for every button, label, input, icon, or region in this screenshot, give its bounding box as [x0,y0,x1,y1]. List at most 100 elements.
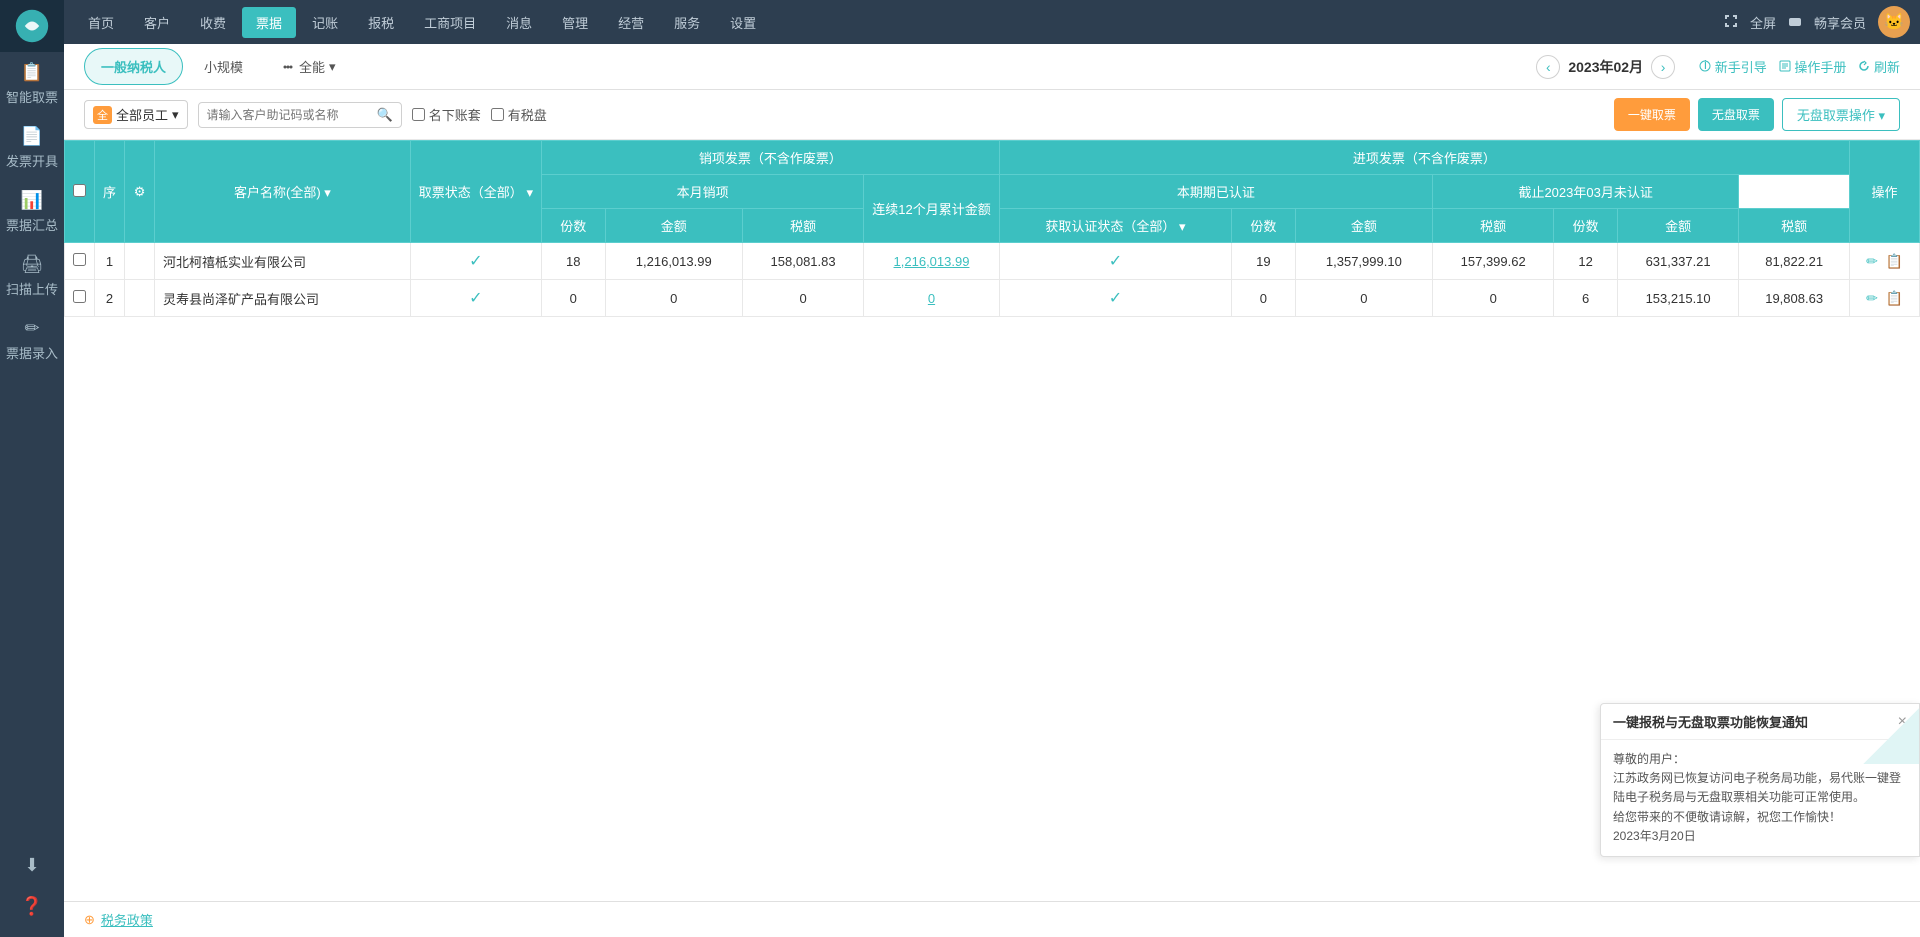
nav-home[interactable]: 首页 [74,7,128,38]
employee-dropdown-icon: ▾ [172,107,179,123]
search-box: 🔍 [198,102,402,128]
continuous-amount-link[interactable]: 1,216,013.99 [894,254,970,269]
nav-management[interactable]: 管理 [548,7,602,38]
nav-fee[interactable]: 收费 [186,7,240,38]
th-sales-tax: 税额 [742,209,863,243]
scan-icon: 🖨 [21,254,44,275]
fullscreen-label[interactable]: 全屏 [1750,13,1776,32]
notification-popup: 一键报税与无盘取票功能恢复通知 × 尊敬的用户：江苏政务网已恢复访问电子税务局功… [1600,703,1920,857]
nav-invoice[interactable]: 票据 [242,7,296,38]
invoice-table: 序 ⚙ 客户名称(全部) ▾ 取票状态（全部） ▾ [64,140,1920,317]
user-avatar[interactable]: 🐱 [1878,6,1910,38]
row-sales-amount: 1,216,013.99 [605,243,742,280]
sidebar-item-help[interactable]: ❓ [0,886,64,927]
checkbox-account[interactable]: 名下账套 [412,105,481,124]
nav-service[interactable]: 服务 [660,7,714,38]
new-guide-btn[interactable]: i 新手引导 [1699,57,1767,76]
tab-general-taxpayer[interactable]: 一般纳税人 [84,48,183,85]
tab-bar: 一般纳税人 小规模 全能 ▾ ‹ 2023年02月 › i 新手引导 操作手册 [64,44,1920,90]
sidebar-item-entry-label: 票据录入 [6,343,58,362]
sidebar-item-invoice-issue-label: 发票开具 [6,151,58,170]
th-until-count: 份数 [1554,209,1618,243]
th-checkbox [65,141,95,243]
toolbar-right-actions: 一键取票 无盘取票 无盘取票操作 ▾ [1614,98,1900,131]
search-icon[interactable]: 🔍 [377,107,393,123]
search-input[interactable] [207,108,377,122]
sidebar-item-scan[interactable]: 🖨 扫描上传 [0,244,64,308]
row-edit-icon[interactable]: ✏ [1866,253,1878,269]
sidebar-item-smart-fetch[interactable]: 📋 智能取票 [0,52,64,116]
table-row: 2 灵寿县尚泽矿产品有限公司 ✓ 0 0 0 0 ✓ 0 0 0 6 153,2… [65,280,1920,317]
manual-btn[interactable]: 操作手册 [1779,57,1847,76]
notif-scroll-area[interactable]: 尊敬的用户：江苏政务网已恢复访问电子税务局功能，易代账一键登陆电子税务局与无盘取… [1601,740,1919,856]
employee-label: 全部员工 [116,105,168,124]
row-continuous: 0 [864,280,999,317]
sidebar-bottom: ⬇ ❓ [0,845,64,937]
nav-customer[interactable]: 客户 [130,7,184,38]
row-view-icon[interactable]: 📋 [1885,253,1902,269]
row-sales-amount: 0 [605,280,742,317]
tax-policy-link[interactable]: 税务政策 [101,910,153,929]
nav-message[interactable]: 消息 [492,7,546,38]
th-sales-count: 份数 [541,209,605,243]
th-cert-status: 获取认证状态（全部） ▾ [999,209,1231,243]
fetch-status-icon: ✓ [469,290,482,307]
row-actions: ✏ 📋 [1850,243,1920,280]
notif-title: 一键报税与无盘取票功能恢复通知 [1613,712,1808,731]
row-checkbox[interactable] [73,253,86,266]
account-checkbox[interactable] [412,108,425,121]
nav-business[interactable]: 工商项目 [410,7,490,38]
next-month-btn[interactable]: › [1651,55,1675,79]
fullscreen-btn[interactable] [1724,14,1738,31]
taxdisk-checkbox[interactable] [491,108,504,121]
refresh-btn[interactable]: 刷新 [1858,57,1900,76]
row-customer: 河北柯禧柢实业有限公司 [155,243,411,280]
sidebar-item-summary[interactable]: 📊 票据汇总 [0,180,64,244]
th-until: 截止2023年03月未认证 [1433,175,1739,209]
refresh-icon [1858,60,1870,72]
row-actions: ✏ 📋 [1850,280,1920,317]
sidebar-item-smart-fetch-label: 智能取票 [6,87,58,106]
th-customer: 客户名称(全部) ▾ [155,141,411,243]
row-edit-icon[interactable]: ✏ [1866,290,1878,306]
cert-status-icon: ✓ [1109,253,1122,270]
employee-select[interactable]: 全 全部员工 ▾ [84,100,188,129]
help-icon: ❓ [21,896,43,917]
notif-close-btn[interactable]: × [1898,713,1907,731]
app-logo[interactable] [0,0,64,52]
checkbox-taxdisk[interactable]: 有税盘 [491,105,547,124]
row-sales-count: 0 [541,280,605,317]
nav-settings[interactable]: 设置 [716,7,770,38]
row-view-icon[interactable]: 📋 [1885,290,1902,306]
one-key-fetch-btn[interactable]: 一键取票 [1614,98,1690,131]
member-icon [1788,15,1802,29]
sidebar-item-entry[interactable]: ✏ 票据录入 [0,308,64,372]
nav-tax[interactable]: 报税 [354,7,408,38]
row-until-tax: 19,808.63 [1739,280,1850,317]
tab-all[interactable]: 全能 ▾ [264,48,353,85]
row-checkbox[interactable] [73,290,86,303]
top-navigation: 首页 客户 收费 票据 记账 报税 工商项目 消息 管理 经营 服务 设置 全屏… [64,0,1920,44]
th-period-count: 份数 [1232,209,1296,243]
th-continuous: 连续12个月累计金额 [864,175,999,243]
row-until-tax: 81,822.21 [1739,243,1850,280]
entry-icon: ✏ [24,318,39,339]
no-disk-fetch-btn[interactable]: 无盘取票 [1698,98,1774,131]
th-period-tax: 税额 [1433,209,1554,243]
prev-month-btn[interactable]: ‹ [1536,55,1560,79]
date-navigation: ‹ 2023年02月 › [1536,55,1675,79]
nav-accounting[interactable]: 记账 [298,7,352,38]
continuous-amount-link[interactable]: 0 [928,291,935,306]
row-until-amount: 153,215.10 [1617,280,1738,317]
no-disk-ops-btn[interactable]: 无盘取票操作 ▾ [1782,98,1900,131]
nav-operation[interactable]: 经营 [604,7,658,38]
th-period: 本期期已认证 [999,175,1432,209]
sidebar-item-invoice-issue[interactable]: 📄 发票开具 [0,116,64,180]
member-label[interactable]: 畅享会员 [1814,13,1866,32]
sidebar-item-download[interactable]: ⬇ [0,845,64,886]
row-checkbox-cell [65,243,95,280]
tab-small-scale[interactable]: 小规模 [187,48,260,85]
select-all-checkbox[interactable] [73,184,86,197]
row-continuous: 1,216,013.99 [864,243,999,280]
row-until-count: 6 [1554,280,1618,317]
